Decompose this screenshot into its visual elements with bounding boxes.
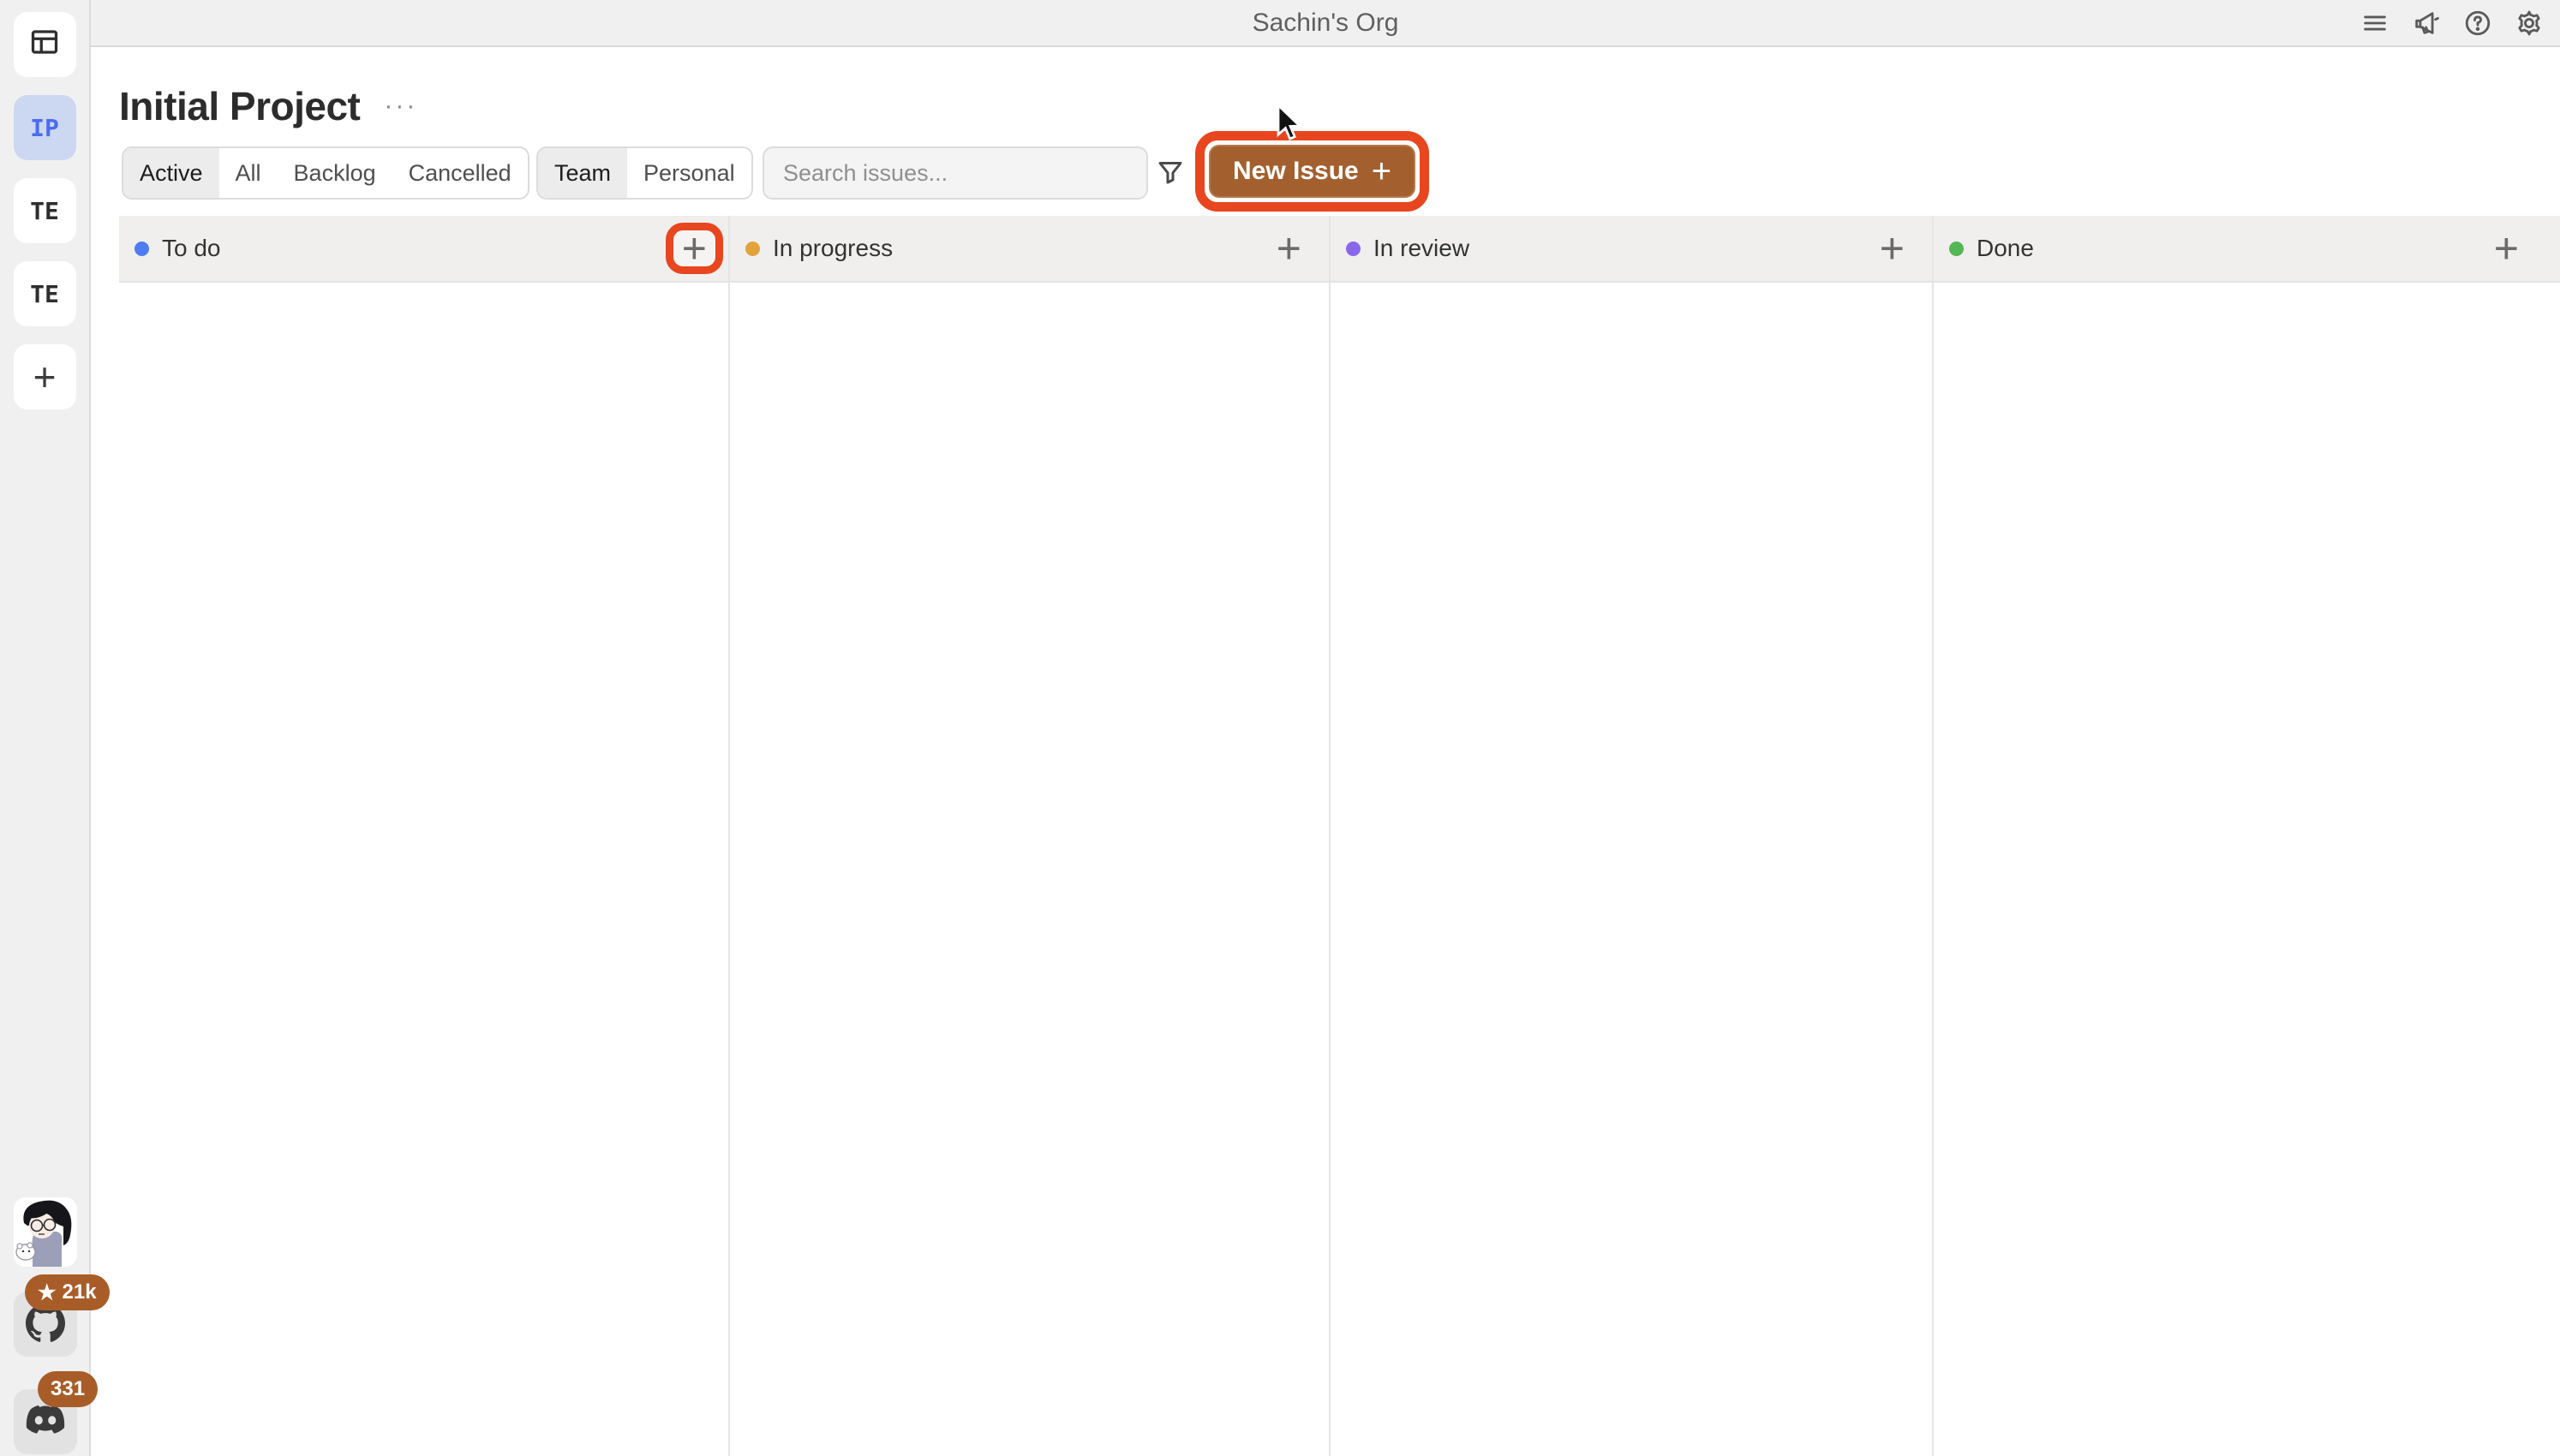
sidebar-item-label: TE (30, 280, 59, 308)
column-title: In review (1373, 235, 1469, 262)
star-icon: ★ (38, 1280, 57, 1305)
discord-members-count: 331 (51, 1377, 85, 1401)
column-header-in-progress: In progress + (730, 216, 1329, 283)
help-icon (2463, 9, 2492, 38)
sidebar-item-overview[interactable] (14, 12, 76, 77)
settings-icon (2515, 9, 2544, 38)
plus-icon: + (33, 354, 57, 400)
add-workspace-button[interactable]: + (14, 344, 76, 409)
filter-tab-team[interactable]: Team (538, 148, 627, 198)
column-header-done: Done + (1934, 216, 2560, 283)
project-more-button[interactable]: ··· (380, 92, 421, 120)
page-header: Initial Project ··· (119, 83, 421, 129)
layout-panel-icon (29, 27, 60, 63)
github-stars-count: 21k (63, 1280, 97, 1304)
avatar-illustration (14, 1197, 77, 1267)
status-dot (1346, 242, 1361, 256)
filter-tab-all[interactable]: All (219, 148, 278, 198)
sidebar-item-label: IP (30, 114, 59, 142)
column-body (1934, 283, 2560, 1456)
column-body (119, 283, 728, 1456)
board-column-todo: To do + (119, 216, 728, 1456)
status-filter-group: Active All Backlog Cancelled (122, 146, 529, 200)
column-title: To do (162, 235, 221, 262)
board-column-in-progress: In progress + (728, 216, 1329, 1456)
filter-tab-backlog[interactable]: Backlog (278, 148, 392, 198)
sidebar-item-label: TE (30, 197, 59, 225)
add-issue-button-todo[interactable]: + (677, 231, 712, 266)
plus-icon: + (1372, 158, 1391, 184)
project-content: Initial Project ··· Active All Backlog C… (91, 47, 2560, 1456)
github-stars-badge: ★ 21k (25, 1274, 110, 1310)
add-issue-button-done[interactable]: + (2489, 231, 2524, 266)
new-issue-label: New Issue (1233, 157, 1359, 186)
page-title: Initial Project (119, 83, 360, 129)
new-issue-highlight-ring: New Issue + (1195, 131, 1429, 212)
column-body (730, 283, 1329, 1456)
sidebar-workspace-list: IP TE TE + (0, 12, 89, 409)
filter-tab-active[interactable]: Active (123, 148, 219, 198)
top-bar: Sachin's Org (91, 0, 2560, 47)
filter-tab-cancelled[interactable]: Cancelled (392, 148, 528, 198)
announcements-icon (2412, 9, 2441, 38)
menu-button[interactable] (2360, 8, 2390, 39)
column-header-in-review: In review + (1331, 216, 1932, 283)
add-issue-button-in-progress[interactable]: + (1271, 231, 1307, 266)
menu-icon (2360, 9, 2390, 38)
user-avatar[interactable] (14, 1197, 77, 1267)
kanban-board: To do + In progress + In revie (119, 216, 2560, 1456)
sidebar-item-project-te-2[interactable]: TE (14, 261, 76, 326)
column-title: In progress (773, 235, 893, 262)
board-column-in-review: In review + (1329, 216, 1932, 1456)
board-column-done: Done + (1932, 216, 2560, 1456)
column-header-todo: To do + (119, 216, 728, 283)
status-dot (135, 242, 149, 256)
column-title: Done (1977, 235, 2034, 262)
sidebar: IP TE TE + (0, 0, 91, 1456)
new-issue-button[interactable]: New Issue + (1209, 145, 1415, 198)
sidebar-item-project-te-1[interactable]: TE (14, 178, 76, 243)
sidebar-item-project-ip[interactable]: IP (14, 95, 76, 160)
filter-tab-personal[interactable]: Personal (627, 148, 751, 198)
search-input[interactable] (763, 146, 1148, 200)
topbar-icon-group (2360, 0, 2545, 45)
add-issue-button-in-review[interactable]: + (1875, 231, 1910, 266)
main-area: Sachin's Org (91, 0, 2560, 1456)
discord-members-badge: 331 (38, 1371, 98, 1407)
filter-button[interactable] (1151, 153, 1189, 191)
funnel-icon (1155, 157, 1186, 188)
add-issue-highlight-ring: + (666, 223, 723, 274)
org-title: Sachin's Org (1253, 9, 1399, 38)
discord-icon (24, 1404, 67, 1441)
status-dot (745, 242, 760, 256)
scope-filter-group: Team Personal (536, 146, 753, 200)
help-button[interactable] (2462, 8, 2493, 39)
column-body (1331, 283, 1932, 1456)
status-dot (1949, 242, 1964, 256)
settings-button[interactable] (2514, 8, 2545, 39)
announcements-button[interactable] (2411, 8, 2442, 39)
